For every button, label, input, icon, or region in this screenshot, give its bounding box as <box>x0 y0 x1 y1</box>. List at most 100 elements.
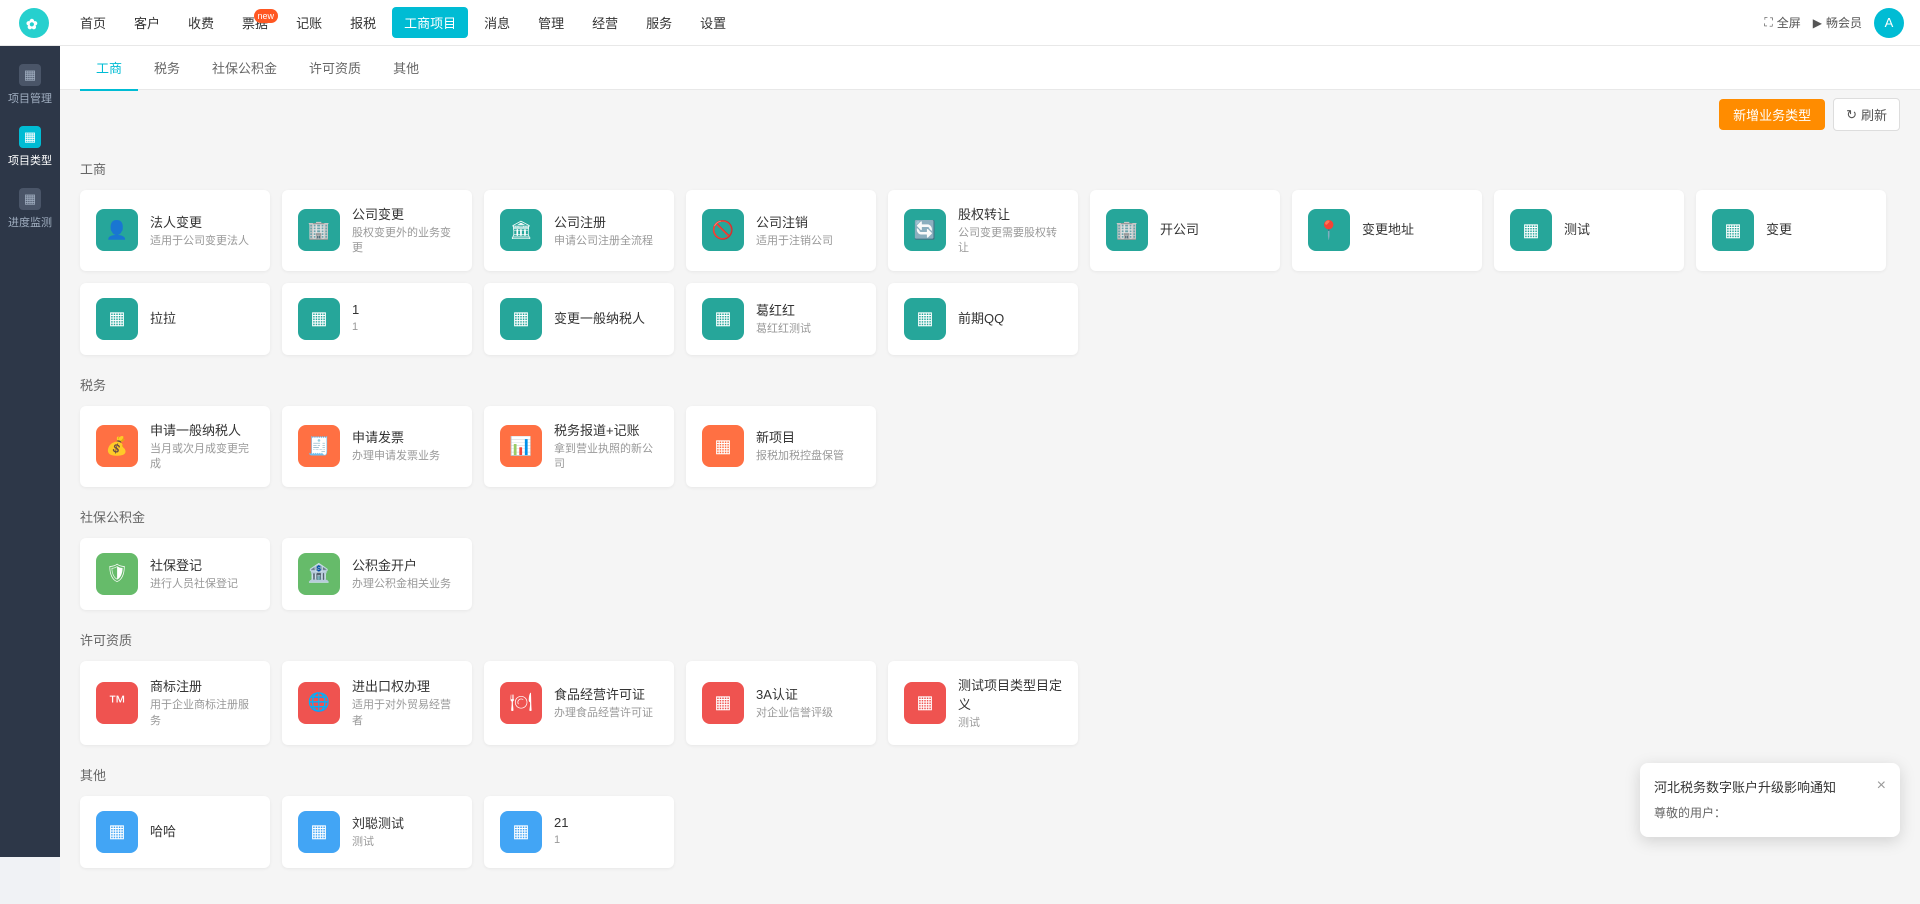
card-食品经营许可证[interactable]: 🍽食品经营许可证办理食品经营许可证 <box>484 661 674 745</box>
card-icon: 🏛 <box>500 209 542 251</box>
tab-社保公积金[interactable]: 社保公积金 <box>196 46 293 91</box>
sidebar-item-项目管理[interactable]: ▦项目管理 <box>0 54 60 116</box>
card-icon: 🛡 <box>96 553 138 595</box>
card-title-text: 进出口权办理 <box>352 676 456 695</box>
card-desc-text: 办理申请发票业务 <box>352 449 456 464</box>
card-变更地址[interactable]: 📍 变更地址 <box>1292 190 1482 271</box>
card-icon: 👤 <box>96 209 138 251</box>
nav-items: 首页客户收费票据new记账报税工商项目消息管理经营服务设置 <box>68 7 1764 38</box>
card-税务报道+记账[interactable]: 📊税务报道+记账拿到营业执照的新公司 <box>484 406 674 487</box>
nav-item-服务[interactable]: 服务 <box>634 7 684 38</box>
card-info: 公司注册申请公司注册全流程 <box>554 212 658 249</box>
refresh-button[interactable]: ↻ 刷新 <box>1833 98 1900 131</box>
tab-许可资质[interactable]: 许可资质 <box>293 46 377 91</box>
card-icon: 💰 <box>96 425 138 467</box>
card-title-text: 刘聪测试 <box>352 813 456 832</box>
card-变更一般纳税人[interactable]: ▦变更一般纳税人 <box>484 283 674 355</box>
sidebar-item-进度监测[interactable]: ▦ 进度监测 <box>0 178 60 240</box>
nav-item-客户[interactable]: 客户 <box>122 7 172 38</box>
card-进出口权办理[interactable]: 🌐进出口权办理适用于对外贸易经营者 <box>282 661 472 745</box>
sidebar-item-项目类型[interactable]: ▦项目类型 <box>0 116 60 178</box>
nav-item-票据[interactable]: 票据new <box>230 7 280 38</box>
sidebar-icon: ▦ <box>19 188 41 210</box>
card-info: 新项目报税加税控盘保管 <box>756 427 860 464</box>
card-desc-text: 测试 <box>958 716 1062 731</box>
card-社保登记[interactable]: 🛡社保登记进行人员社保登记 <box>80 538 270 610</box>
card-21[interactable]: ▦211 <box>484 796 674 868</box>
card-申请一般纳税人[interactable]: 💰 申请一般纳税人当月或次月成变更完成 <box>80 406 270 487</box>
card-info: 开公司 <box>1160 219 1264 241</box>
nav-item-报税[interactable]: 报税 <box>338 7 388 38</box>
card-股权转让[interactable]: 🔄股权转让公司变更需要股权转让 <box>888 190 1078 271</box>
new-type-button[interactable]: 新增业务类型 <box>1719 99 1825 130</box>
card-title-text: 测试 <box>1564 219 1668 238</box>
nav-item-消息[interactable]: 消息 <box>472 7 522 38</box>
card-icon: 🏢 <box>298 209 340 251</box>
card-info: 申请发票办理申请发票业务 <box>352 427 456 464</box>
section-title-xuke: 许可资质 <box>80 630 1900 649</box>
sidebar: ▦项目管理▦项目类型 ▦ 进度监测 <box>0 46 60 857</box>
card-info: 刘聪测试测试 <box>352 813 456 850</box>
card-info: 前期QQ <box>958 308 1062 330</box>
card-title-text: 公积金开户 <box>352 555 456 574</box>
card-title-text: 开公司 <box>1160 219 1264 238</box>
nav-item-记账[interactable]: 记账 <box>284 7 334 38</box>
cards-grid-qita: ▦哈哈▦刘聪测试测试▦211 <box>80 796 1900 868</box>
card-icon: ▦ <box>1712 209 1754 251</box>
card-icon: 🌐 <box>298 682 340 724</box>
member-btn[interactable]: ▶ 畅会员 <box>1813 14 1862 31</box>
card-测试项目类型目定义[interactable]: ▦测试项目类型目定义测试 <box>888 661 1078 745</box>
tab-工商[interactable]: 工商 <box>80 46 138 91</box>
nav-item-经营[interactable]: 经营 <box>580 7 630 38</box>
card-info: 申请一般纳税人当月或次月成变更完成 <box>150 420 254 473</box>
card-title-text: 变更 <box>1766 219 1870 238</box>
card-刘聪测试[interactable]: ▦刘聪测试测试 <box>282 796 472 868</box>
fullscreen-icon: ⛶ <box>1764 15 1772 30</box>
card-公积金开户[interactable]: 🏦公积金开户办理公积金相关业务 <box>282 538 472 610</box>
card-哈哈[interactable]: ▦哈哈 <box>80 796 270 868</box>
card-公司变更[interactable]: 🏢公司变更股权变更外的业务变更 <box>282 190 472 271</box>
sidebar-label: 进度监测 <box>8 214 52 230</box>
card-icon: 📍 <box>1308 209 1350 251</box>
nav-item-收费[interactable]: 收费 <box>176 7 226 38</box>
card-公司注册[interactable]: 🏛 公司注册申请公司注册全流程 <box>484 190 674 271</box>
nav-item-设置[interactable]: 设置 <box>688 7 738 38</box>
tab-税务[interactable]: 税务 <box>138 46 196 91</box>
card-前期QQ[interactable]: ▦前期QQ <box>888 283 1078 355</box>
card-3A认证[interactable]: ▦3A认证对企业信誉评级 <box>686 661 876 745</box>
card-desc-text: 当月或次月成变更完成 <box>150 442 254 473</box>
card-测试[interactable]: ▦测试 <box>1494 190 1684 271</box>
card-title-text: 葛红红 <box>756 300 860 319</box>
nav-item-管理[interactable]: 管理 <box>526 7 576 38</box>
card-申请发票[interactable]: 🧾申请发票办理申请发票业务 <box>282 406 472 487</box>
app-logo[interactable]: ✿ <box>16 5 52 41</box>
nav-item-首页[interactable]: 首页 <box>68 7 118 38</box>
card-开公司[interactable]: 🏢开公司 <box>1090 190 1280 271</box>
card-title-text: 股权转让 <box>958 204 1062 223</box>
avatar[interactable]: A <box>1874 8 1904 38</box>
nav-item-工商项目[interactable]: 工商项目 <box>392 7 468 38</box>
card-title-text: 变更地址 <box>1362 219 1466 238</box>
card-icon: ▦ <box>904 682 946 724</box>
notification-popup: 河北税务数字账户升级影响通知 × 尊敬的用户： <box>1640 763 1900 837</box>
card-title-text: 变更一般纳税人 <box>554 308 658 327</box>
card-icon: 📊 <box>500 425 542 467</box>
card-desc-text: 葛红红测试 <box>756 322 860 337</box>
card-公司注销[interactable]: 🚫公司注销适用于注销公司 <box>686 190 876 271</box>
card-info: 3A认证对企业信誉评级 <box>756 684 860 721</box>
notif-close-btn[interactable]: × <box>1877 777 1886 795</box>
card-新项目[interactable]: ▦新项目报税加税控盘保管 <box>686 406 876 487</box>
card-拉拉[interactable]: ▦拉拉 <box>80 283 270 355</box>
card-desc-text: 1 <box>352 320 456 335</box>
fullscreen-btn[interactable]: ⛶ 全屏 <box>1764 14 1800 31</box>
card-法人变更[interactable]: 👤法人变更适用于公司变更法人 <box>80 190 270 271</box>
card-商标注册[interactable]: ™商标注册用于企业商标注册服务 <box>80 661 270 745</box>
card-葛红红[interactable]: ▦葛红红葛红红测试 <box>686 283 876 355</box>
card-变更[interactable]: ▦ 变更 <box>1696 190 1886 271</box>
svg-text:✿: ✿ <box>26 16 38 32</box>
tab-其他[interactable]: 其他 <box>377 46 435 91</box>
section-title-gongshang: 工商 <box>80 159 1900 178</box>
card-title-text: 公司注销 <box>756 212 860 231</box>
member-label: 畅会员 <box>1826 14 1862 31</box>
card-1[interactable]: ▦11 <box>282 283 472 355</box>
